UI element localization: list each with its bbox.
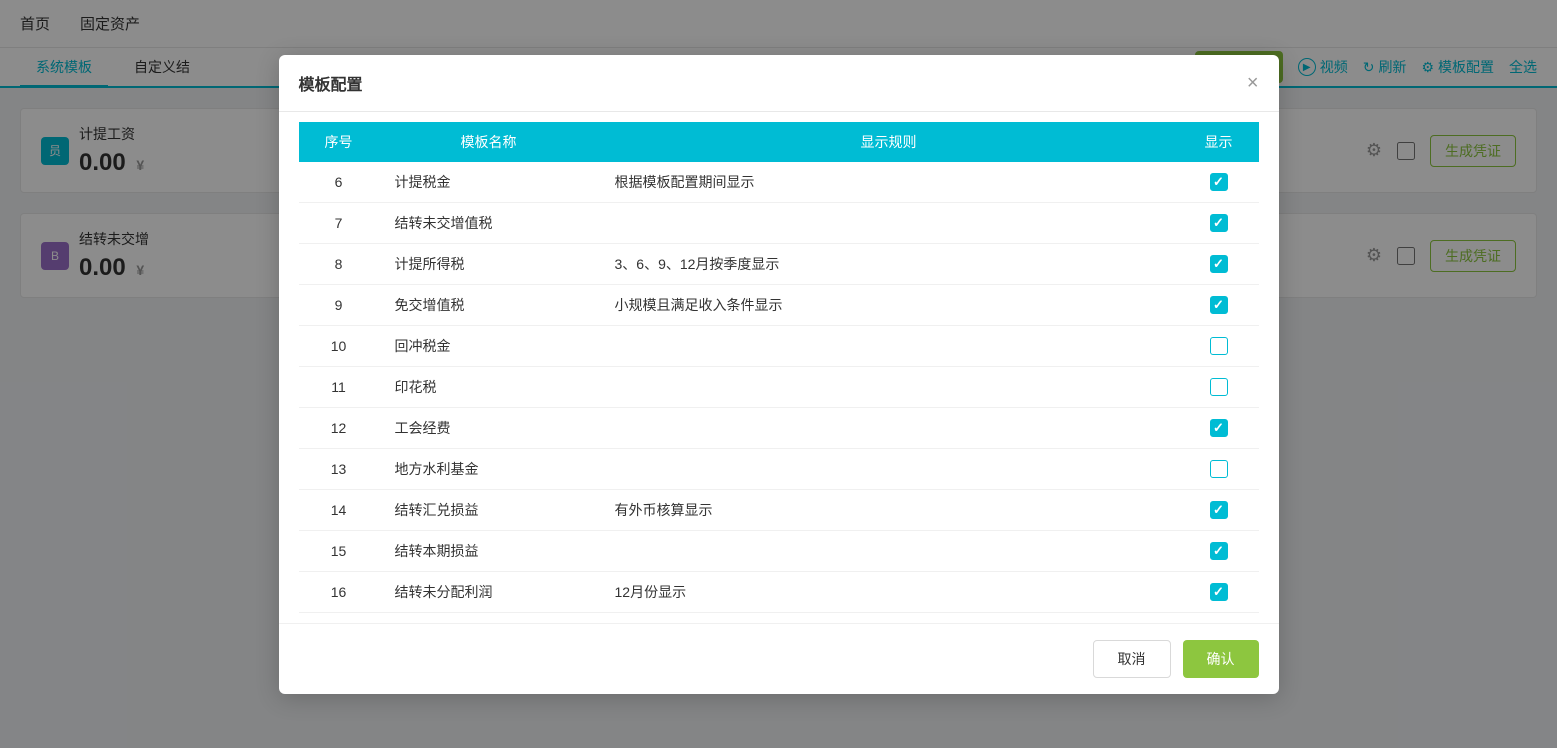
cell-seq: 13 [299, 448, 379, 489]
cell-name: 印花税 [379, 366, 599, 407]
cell-display [1179, 284, 1259, 325]
cell-seq: 16 [299, 571, 379, 612]
cancel-button[interactable]: 取消 [1093, 640, 1171, 678]
table-row: 15结转本期损益 [299, 530, 1259, 571]
cell-display [1179, 489, 1259, 530]
cell-rule: 根据模板配置期间显示 [599, 162, 1179, 203]
cell-rule [599, 530, 1179, 571]
cell-rule: 小规模且满足收入条件显示 [599, 284, 1179, 325]
modal-close-button[interactable]: × [1247, 73, 1259, 93]
table-row: 11印花税 [299, 366, 1259, 407]
table-header: 序号 模板名称 显示规则 显示 [299, 122, 1259, 162]
cell-seq: 14 [299, 489, 379, 530]
col-rule: 显示规则 [599, 122, 1179, 162]
cell-seq: 9 [299, 284, 379, 325]
cell-name: 计提税金 [379, 162, 599, 203]
cell-name: 回冲税金 [379, 325, 599, 366]
display-checkbox[interactable] [1210, 460, 1228, 478]
cell-rule [599, 202, 1179, 243]
cell-rule: 3、6、9、12月按季度显示 [599, 243, 1179, 284]
cell-rule: 有外币核算显示 [599, 489, 1179, 530]
table-row: 8计提所得税3、6、9、12月按季度显示 [299, 243, 1259, 284]
table-row: 7结转未交增值税 [299, 202, 1259, 243]
cell-name: 结转汇兑损益 [379, 489, 599, 530]
cell-display [1179, 366, 1259, 407]
cell-name: 免交增值税 [379, 284, 599, 325]
modal-footer: 取消 确认 [279, 623, 1279, 694]
modal-overlay: 模板配置 × 序号 模板名称 显示规则 显示 6计提税金根据模板配置期间显示7结… [0, 0, 1557, 748]
cell-seq: 8 [299, 243, 379, 284]
cell-display [1179, 325, 1259, 366]
cell-display [1179, 243, 1259, 284]
table-row: 13地方水利基金 [299, 448, 1259, 489]
cell-rule [599, 366, 1179, 407]
template-config-modal: 模板配置 × 序号 模板名称 显示规则 显示 6计提税金根据模板配置期间显示7结… [279, 55, 1279, 694]
display-checkbox[interactable] [1210, 173, 1228, 191]
cell-rule [599, 325, 1179, 366]
table-row: 14结转汇兑损益有外币核算显示 [299, 489, 1259, 530]
display-checkbox[interactable] [1210, 337, 1228, 355]
col-display: 显示 [1179, 122, 1259, 162]
col-name: 模板名称 [379, 122, 599, 162]
cell-name: 结转本期损益 [379, 530, 599, 571]
table-row: 10回冲税金 [299, 325, 1259, 366]
cell-rule [599, 407, 1179, 448]
cell-display [1179, 448, 1259, 489]
display-checkbox[interactable] [1210, 296, 1228, 314]
modal-header: 模板配置 × [279, 55, 1279, 112]
confirm-button[interactable]: 确认 [1183, 640, 1259, 678]
cell-display [1179, 162, 1259, 203]
cell-seq: 11 [299, 366, 379, 407]
display-checkbox[interactable] [1210, 214, 1228, 232]
cell-seq: 15 [299, 530, 379, 571]
config-table: 序号 模板名称 显示规则 显示 6计提税金根据模板配置期间显示7结转未交增值税8… [299, 122, 1259, 613]
modal-title: 模板配置 [299, 71, 363, 95]
display-checkbox[interactable] [1210, 501, 1228, 519]
cell-rule [599, 448, 1179, 489]
display-checkbox[interactable] [1210, 255, 1228, 273]
cell-seq: 7 [299, 202, 379, 243]
table-row: 9免交增值税小规模且满足收入条件显示 [299, 284, 1259, 325]
cell-seq: 10 [299, 325, 379, 366]
cell-name: 结转未交增值税 [379, 202, 599, 243]
modal-body: 序号 模板名称 显示规则 显示 6计提税金根据模板配置期间显示7结转未交增值税8… [279, 112, 1279, 623]
display-checkbox[interactable] [1210, 583, 1228, 601]
table-row: 6计提税金根据模板配置期间显示 [299, 162, 1259, 203]
cell-display [1179, 202, 1259, 243]
cell-seq: 6 [299, 162, 379, 203]
cell-display [1179, 530, 1259, 571]
table-row: 16结转未分配利润12月份显示 [299, 571, 1259, 612]
display-checkbox[interactable] [1210, 419, 1228, 437]
table-body: 6计提税金根据模板配置期间显示7结转未交增值税8计提所得税3、6、9、12月按季… [299, 162, 1259, 613]
display-checkbox[interactable] [1210, 378, 1228, 396]
cell-display [1179, 571, 1259, 612]
cell-name: 计提所得税 [379, 243, 599, 284]
cell-display [1179, 407, 1259, 448]
cell-name: 工会经费 [379, 407, 599, 448]
display-checkbox[interactable] [1210, 542, 1228, 560]
table-row: 12工会经费 [299, 407, 1259, 448]
col-seq: 序号 [299, 122, 379, 162]
cell-name: 地方水利基金 [379, 448, 599, 489]
cell-name: 结转未分配利润 [379, 571, 599, 612]
cell-rule: 12月份显示 [599, 571, 1179, 612]
cell-seq: 12 [299, 407, 379, 448]
